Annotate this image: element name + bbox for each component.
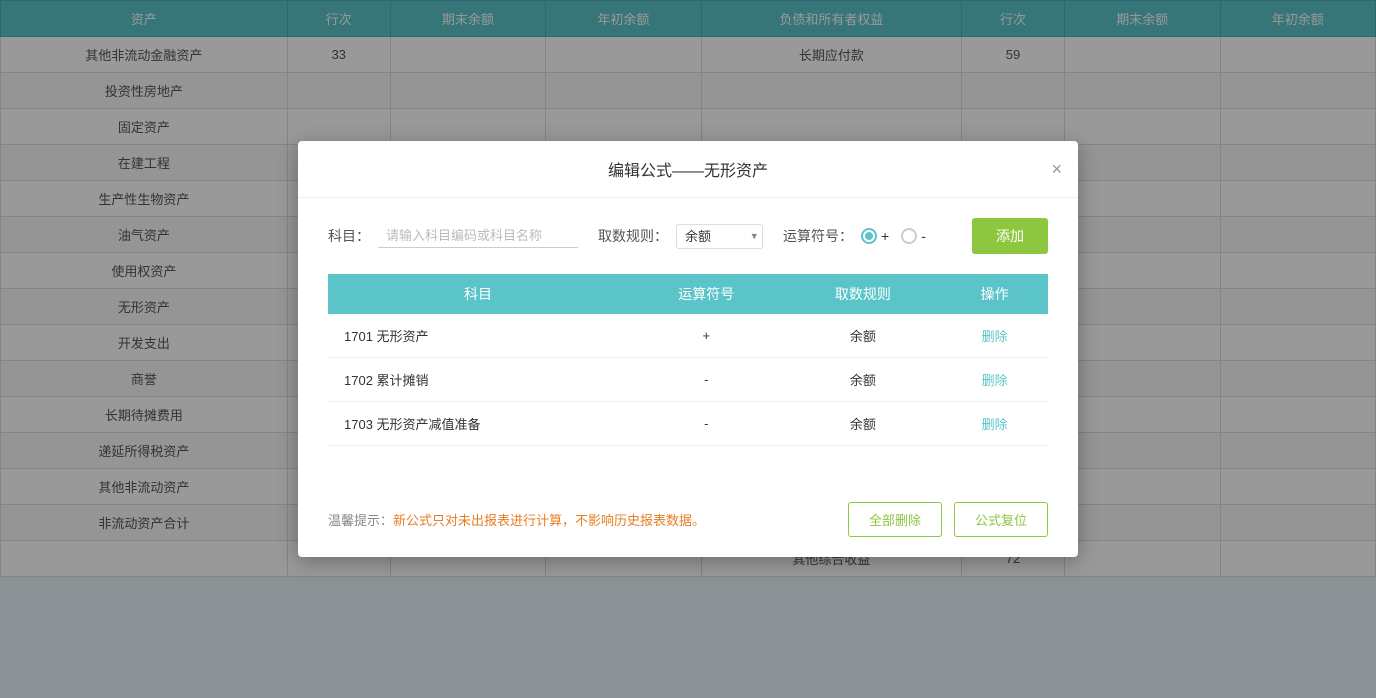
delete-link[interactable]: 删除 [982,373,1008,388]
formula-row: 1701 无形资产 + 余额 删除 [328,314,1048,358]
add-button[interactable]: 添加 [972,218,1048,254]
formula-rule: 余额 [785,358,942,402]
hint-highlight: 新公式只对未出报表进行计算，不影响历史报表数据。 [393,513,705,528]
operator-group: 运算符号： + - [783,226,926,246]
modal-header: 编辑公式——无形资产 × [298,141,1078,198]
modal-title: 编辑公式——无形资产 [608,157,768,181]
close-button[interactable]: × [1051,160,1062,178]
radio-minus[interactable]: - [901,228,926,244]
modal-dialog: 编辑公式——无形资产 × 科目： 取数规则： 余额 [298,141,1078,557]
radio-plus[interactable]: + [861,228,889,244]
hint-prefix: 温馨提示： [328,513,393,528]
formula-row: 1703 无形资产减值准备 - 余额 删除 [328,402,1048,446]
radio-minus-circle [901,228,917,244]
radio-plus-circle [861,228,877,244]
formula-operator: + [628,314,785,358]
subject-group: 科目： [328,224,578,248]
radio-plus-label: + [881,228,889,244]
modal-body: 科目： 取数规则： 余额 借方 贷方 借方累计 贷方累计 [298,198,1078,486]
formula-rule: 余额 [785,314,942,358]
formula-action: 删除 [941,314,1048,358]
subject-label: 科目： [328,226,370,246]
radio-minus-label: - [921,228,926,244]
subject-input[interactable] [378,224,578,248]
rule-group: 取数规则： 余额 借方 贷方 借方累计 贷方累计 [598,224,763,249]
hint-text: 温馨提示：新公式只对未出报表进行计算，不影响历史报表数据。 [328,510,705,529]
modal-footer: 温馨提示：新公式只对未出报表进行计算，不影响历史报表数据。 全部删除 公式复位 [298,486,1078,557]
form-row: 科目： 取数规则： 余额 借方 贷方 借方累计 贷方累计 [328,218,1048,254]
formula-subject: 1702 累计摊销 [328,358,628,402]
formula-row: 1702 累计摊销 - 余额 删除 [328,358,1048,402]
delete-link[interactable]: 删除 [982,329,1008,344]
formula-subject: 1703 无形资产减值准备 [328,402,628,446]
radio-group: + - [861,228,926,244]
th-operator: 运算符号 [628,274,785,314]
formula-operator: - [628,402,785,446]
th-subject: 科目 [328,274,628,314]
formula-table: 科目 运算符号 取数规则 操作 1701 无形资产 + 余额 删除 1702 累… [328,274,1048,446]
formula-operator: - [628,358,785,402]
formula-rule: 余额 [785,402,942,446]
rule-label: 取数规则： [598,226,668,246]
delete-link[interactable]: 删除 [982,417,1008,432]
formula-action: 删除 [941,358,1048,402]
th-action: 操作 [941,274,1048,314]
modal-overlay: 编辑公式——无形资产 × 科目： 取数规则： 余额 [0,0,1376,698]
rule-select-wrapper: 余额 借方 贷方 借方累计 贷方累计 [676,224,763,249]
formula-action: 删除 [941,402,1048,446]
footer-actions: 全部删除 公式复位 [848,502,1048,537]
delete-all-button[interactable]: 全部删除 [848,502,942,537]
page-wrapper: 资产 行次 期末余额 年初余额 负债和所有者权益 行次 期末余额 年初余额 其他… [0,0,1376,698]
operator-label: 运算符号： [783,226,853,246]
reset-button[interactable]: 公式复位 [954,502,1048,537]
rule-select[interactable]: 余额 借方 贷方 借方累计 贷方累计 [676,224,763,249]
th-rule: 取数规则 [785,274,942,314]
formula-subject: 1701 无形资产 [328,314,628,358]
